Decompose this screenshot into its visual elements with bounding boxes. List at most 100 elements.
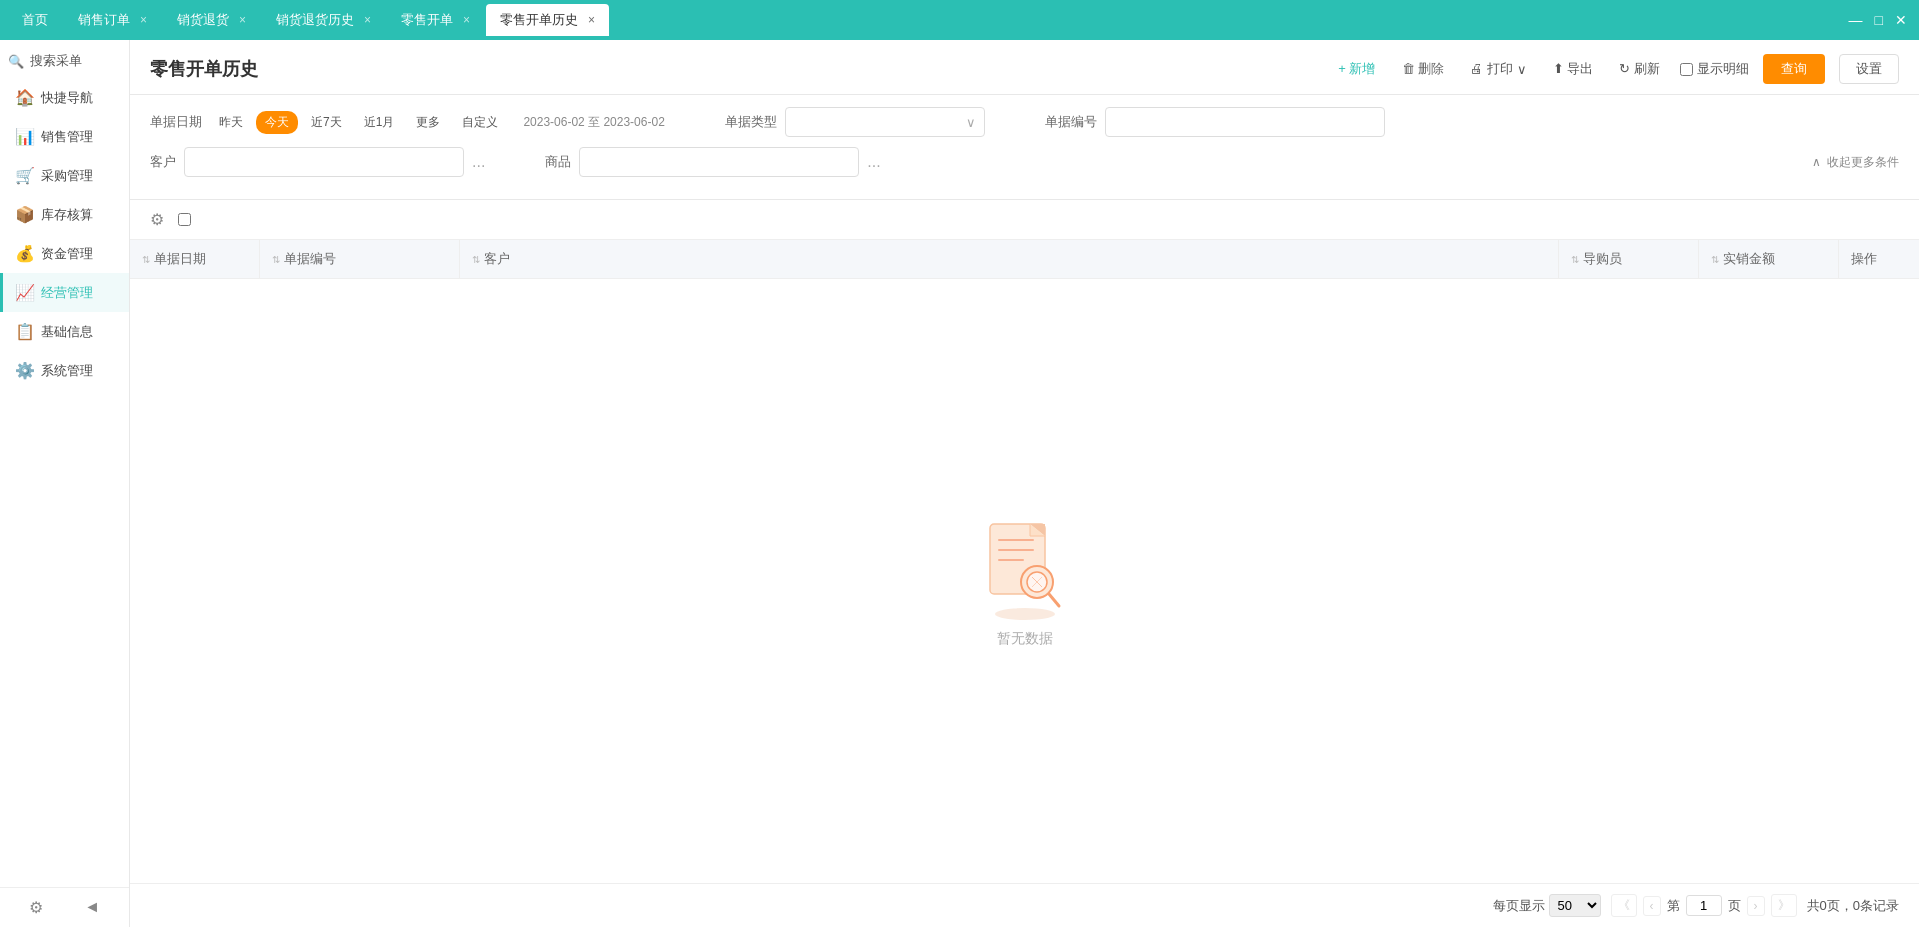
sidebar-item-sales-mgmt[interactable]: 📊 销售管理 xyxy=(0,117,129,156)
trending-icon: 📈 xyxy=(15,283,33,302)
print-button[interactable]: 🖨 打印 ∨ xyxy=(1464,56,1533,82)
sidebar-item-basic-info[interactable]: 📋 基础信息 xyxy=(0,312,129,351)
page-actions: + 新增 🗑 删除 🖨 打印 ∨ ⬆ 导出 ↻ 刷新 显示明细 查询 设置 xyxy=(1332,54,1899,84)
tab-bar: 首页 销售订单 × 销货退货 × 销货退货历史 × 零售开单 × 零售开单历史 … xyxy=(0,0,1919,40)
tab-sales-return-history-close[interactable]: × xyxy=(364,13,371,27)
per-page-selector: 每页显示 10 20 50 100 xyxy=(1493,894,1601,917)
date-btn-yesterday[interactable]: 昨天 xyxy=(210,111,252,134)
cart-icon: 🛒 xyxy=(15,166,33,185)
table-head: ⇅ 单据日期 ⇅ 单据编号 ⇅ 客户 ⇅ 导购员 ⇅ 实销金额 xyxy=(130,240,1919,279)
collapse-label: 收起更多条件 xyxy=(1827,154,1899,171)
sidebar-item-sys-mgmt[interactable]: ⚙️ 系统管理 xyxy=(0,351,129,390)
th-customer: ⇅ 客户 xyxy=(460,240,1559,278)
tab-home-label: 首页 xyxy=(22,11,48,29)
sidebar-item-purchase-mgmt-label: 采购管理 xyxy=(41,167,93,185)
box-icon: 📦 xyxy=(15,205,33,224)
tab-retail-open-label: 零售开单 xyxy=(401,11,453,29)
sidebar-item-ops-mgmt[interactable]: 📈 经营管理 xyxy=(0,273,129,312)
sidebar-nav: 🏠 快捷导航 📊 销售管理 🛒 采购管理 📦 库存核算 💰 资金管理 📈 xyxy=(0,78,129,887)
window-minimize[interactable]: — xyxy=(1849,12,1863,28)
filter-customer-input[interactable] xyxy=(184,147,464,177)
collapse-filter-button[interactable]: ∧ 收起更多条件 xyxy=(1812,150,1899,175)
delete-button[interactable]: 🗑 删除 xyxy=(1396,56,1451,82)
export-button[interactable]: ⬆ 导出 xyxy=(1547,56,1600,82)
sort-num-icon[interactable]: ⇅ xyxy=(272,254,280,265)
refresh-button[interactable]: ↻ 刷新 xyxy=(1613,56,1666,82)
collapse-sidebar-icon[interactable]: ◄ xyxy=(84,898,100,917)
sort-guide-icon[interactable]: ⇅ xyxy=(1571,254,1579,265)
tab-sales-return-history-label: 销货退货历史 xyxy=(276,11,354,29)
tab-retail-open-close[interactable]: × xyxy=(463,13,470,27)
new-button[interactable]: + 新增 xyxy=(1332,56,1381,82)
filter-row-1: 单据日期 昨天 今天 近7天 近1月 更多 自定义 2023-06-02 至 2… xyxy=(150,107,1899,137)
per-page-select[interactable]: 10 20 50 100 xyxy=(1549,894,1601,917)
display-detail-toggle[interactable]: 显示明细 xyxy=(1680,60,1749,78)
chart-icon: 📊 xyxy=(15,127,33,146)
first-page-button[interactable]: 《 xyxy=(1611,894,1637,917)
tab-retail-history[interactable]: 零售开单历史 × xyxy=(486,4,609,36)
filter-area: 单据日期 昨天 今天 近7天 近1月 更多 自定义 2023-06-02 至 2… xyxy=(130,95,1919,200)
date-btn-1month[interactable]: 近1月 xyxy=(355,111,404,134)
filter-goods: 商品 ... xyxy=(545,147,880,177)
filter-date: 单据日期 昨天 今天 近7天 近1月 更多 自定义 2023-06-02 至 2… xyxy=(150,111,665,134)
window-maximize[interactable]: □ xyxy=(1875,12,1883,28)
customer-browse-icon[interactable]: ... xyxy=(472,153,485,171)
filter-doc-type-select[interactable]: ∨ xyxy=(785,107,985,137)
settings-button[interactable]: 设置 xyxy=(1839,54,1899,84)
tab-sales-return[interactable]: 销货退货 × xyxy=(163,4,260,36)
date-btn-more[interactable]: 更多 xyxy=(407,111,449,134)
filter-customer-label: 客户 xyxy=(150,153,176,171)
page-number-input[interactable] xyxy=(1686,895,1722,916)
date-btn-today[interactable]: 今天 xyxy=(256,111,298,134)
print-dropdown-icon: ∨ xyxy=(1517,62,1527,77)
select-all-checkbox[interactable] xyxy=(178,213,191,226)
prev-page-button[interactable]: ‹ xyxy=(1643,896,1661,916)
filter-date-label: 单据日期 xyxy=(150,113,202,131)
sidebar-item-quick-nav[interactable]: 🏠 快捷导航 xyxy=(0,78,129,117)
goods-browse-icon[interactable]: ... xyxy=(867,153,880,171)
sort-date-icon[interactable]: ⇅ xyxy=(142,254,150,265)
filter-doc-type: 单据类型 ∨ xyxy=(725,107,985,137)
filter-row-2: 客户 ... 商品 ... ∧ 收起更多条件 xyxy=(150,147,1899,177)
filter-doc-num-label: 单据编号 xyxy=(1045,113,1097,131)
sidebar-item-finance-mgmt[interactable]: 💰 资金管理 xyxy=(0,234,129,273)
filter-doc-num-input[interactable] xyxy=(1105,107,1385,137)
display-detail-checkbox[interactable] xyxy=(1680,63,1693,76)
page-label: 第 xyxy=(1667,897,1680,915)
collapse-icon: ∧ xyxy=(1812,155,1821,169)
sidebar-item-purchase-mgmt[interactable]: 🛒 采购管理 xyxy=(0,156,129,195)
print-icon: 🖨 打印 xyxy=(1470,60,1513,78)
tab-retail-open[interactable]: 零售开单 × xyxy=(387,4,484,36)
tab-sales-return-close[interactable]: × xyxy=(239,13,246,27)
tab-home[interactable]: 首页 xyxy=(8,4,62,36)
tab-sales-order-label: 销售订单 xyxy=(78,11,130,29)
window-controls: — □ ✕ xyxy=(1849,12,1907,28)
filter-doc-type-label: 单据类型 xyxy=(725,113,777,131)
tab-sales-return-history[interactable]: 销货退货历史 × xyxy=(262,4,385,36)
window-close[interactable]: ✕ xyxy=(1895,12,1907,28)
next-page-button[interactable]: › xyxy=(1747,896,1765,916)
table-settings-icon[interactable]: ⚙ xyxy=(146,208,168,231)
filter-goods-input[interactable] xyxy=(579,147,859,177)
query-button[interactable]: 查询 xyxy=(1763,54,1825,84)
sidebar-search[interactable]: 🔍 搜索采单 xyxy=(0,40,129,78)
th-op-label: 操作 xyxy=(1851,250,1877,268)
settings-bottom-icon[interactable]: ⚙ xyxy=(29,898,43,917)
last-page-button[interactable]: 》 xyxy=(1771,894,1797,917)
tab-sales-order[interactable]: 销售订单 × xyxy=(64,4,161,36)
page-navigation: 《 ‹ 第 页 › 》 xyxy=(1611,894,1797,917)
sidebar-search-label: 搜索采单 xyxy=(30,52,82,70)
pagination-bar: 每页显示 10 20 50 100 《 ‹ 第 页 › 》 共0页，0条记录 xyxy=(130,883,1919,927)
sort-amount-icon[interactable]: ⇅ xyxy=(1711,254,1719,265)
date-btn-custom[interactable]: 自定义 xyxy=(453,111,507,134)
sort-customer-icon[interactable]: ⇅ xyxy=(472,254,480,265)
money-icon: 💰 xyxy=(15,244,33,263)
table-wrapper: ⚙ ⇅ 单据日期 ⇅ 单据编号 ⇅ 客户 ⇅ 导购员 xyxy=(130,200,1919,883)
tab-sales-order-close[interactable]: × xyxy=(140,13,147,27)
filter-doc-num: 单据编号 xyxy=(1045,107,1385,137)
tab-retail-history-close[interactable]: × xyxy=(588,13,595,27)
date-btn-7days[interactable]: 近7天 xyxy=(302,111,351,134)
table-toolbar: ⚙ xyxy=(130,200,1919,240)
sidebar-item-inventory[interactable]: 📦 库存核算 xyxy=(0,195,129,234)
empty-text: 暂无数据 xyxy=(997,630,1053,648)
